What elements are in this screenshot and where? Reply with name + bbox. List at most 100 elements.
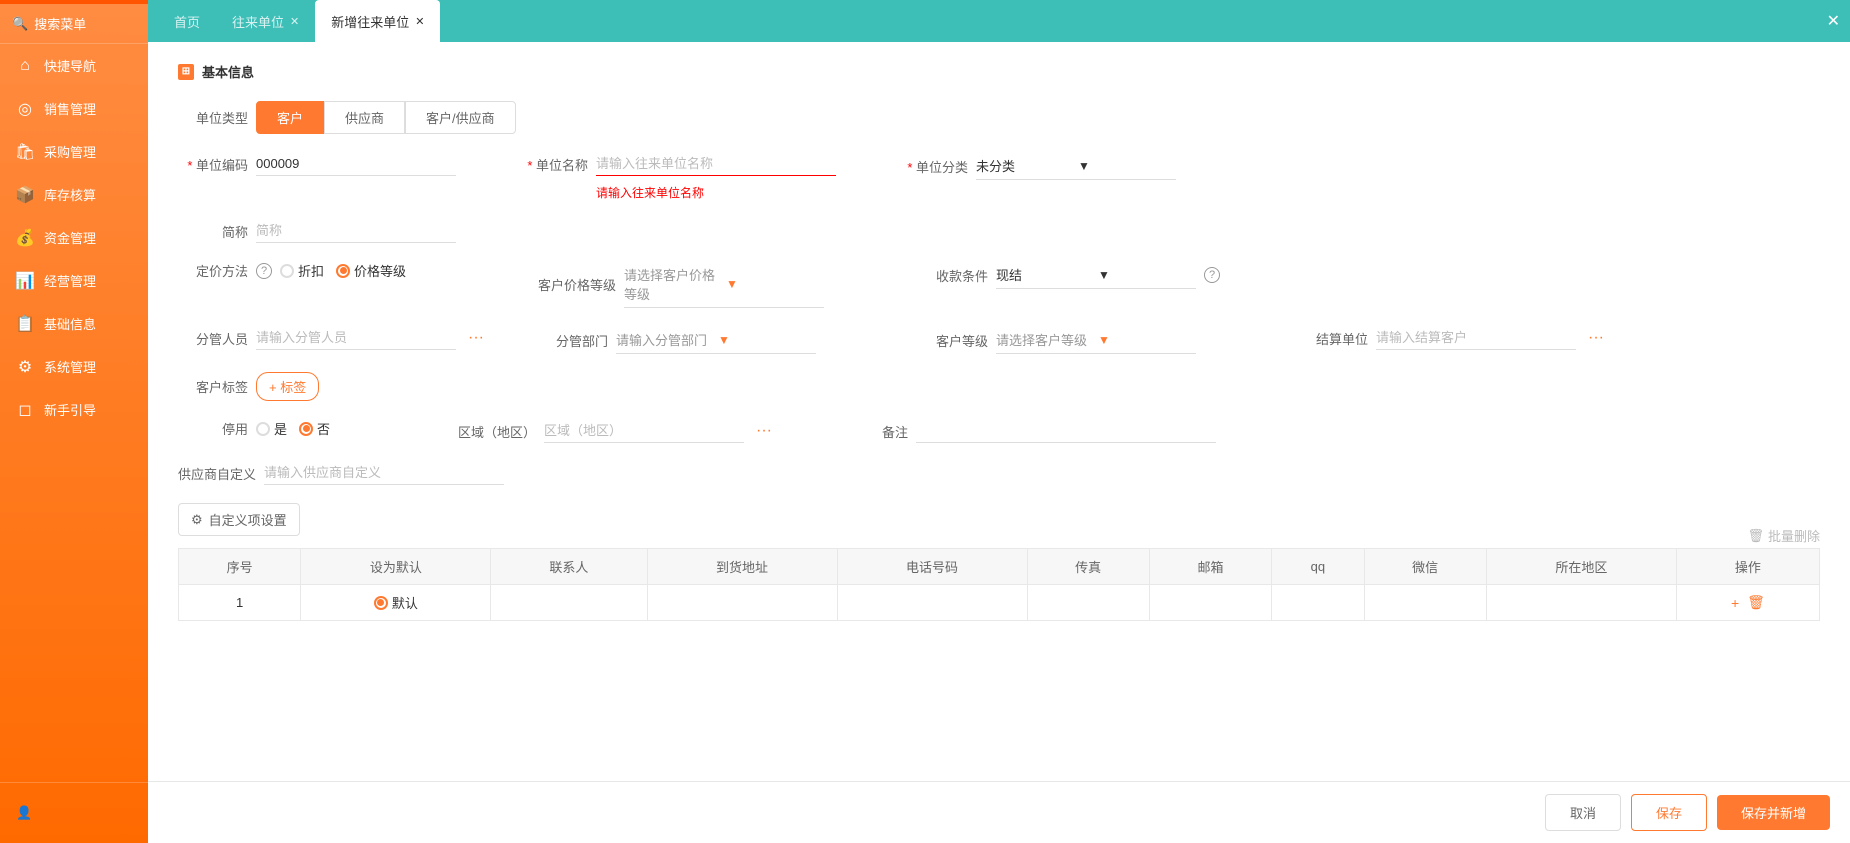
sidebar-search[interactable]: 🔍 搜索菜单 <box>0 4 148 44</box>
manager-input[interactable] <box>256 326 456 350</box>
manager-ellipsis[interactable]: ··· <box>464 329 488 347</box>
abbr-row: 简称 <box>178 219 1820 243</box>
sidebar: 🔍 搜索菜单 ⌂快捷导航◎销售管理🛍采购管理📦库存核算💰资金管理📊经营管理📋基础… <box>0 0 148 843</box>
remarks-input[interactable] <box>916 419 1216 443</box>
tab-home[interactable]: 首页 <box>158 0 216 42</box>
abbr-input[interactable] <box>256 219 456 243</box>
customer-tag-row: 客户标签 + 标签 <box>178 372 1820 401</box>
settlement-ellipsis[interactable]: ··· <box>1584 329 1608 347</box>
sidebar-item-system[interactable]: ⚙ 系统管理 <box>0 345 148 388</box>
custom-setting-button[interactable]: ⚙ 自定义项设置 <box>178 503 300 536</box>
customer-price-level-field: 客户价格等级 请选择客户价格等级 ▼ <box>538 261 918 308</box>
sidebar-icon-purchase: 🛍 <box>16 143 34 161</box>
payment-terms-select[interactable]: 现结 ▼ <box>996 261 1196 289</box>
window-close-btn[interactable]: ✕ <box>1827 11 1840 31</box>
unit-code-input[interactable] <box>256 152 456 176</box>
cancel-button[interactable]: 取消 <box>1545 794 1621 831</box>
unit-name-field: 单位名称 请输入往来单位名称 <box>518 152 898 201</box>
add-row-button[interactable]: + <box>1731 595 1739 611</box>
col-actions: 操作 <box>1676 549 1819 585</box>
unit-name-input[interactable] <box>596 152 836 176</box>
unit-main-row: 单位编码 单位名称 请输入往来单位名称 单位分类 未分类 ▼ <box>178 152 1820 201</box>
cell-fax <box>1027 585 1149 621</box>
customer-tag-field: 客户标签 + 标签 <box>178 372 1820 401</box>
sidebar-items: ⌂快捷导航◎销售管理🛍采购管理📦库存核算💰资金管理📊经营管理📋基础信息 ⚙ 系统管理… <box>0 44 148 431</box>
manager-field: 分管人员 ··· <box>178 326 538 350</box>
close-icon: ✕ <box>1827 13 1840 30</box>
department-label: 分管部门 <box>538 331 608 350</box>
default-label: 默认 <box>392 593 418 612</box>
payment-terms-field: 收款条件 现结 ▼ ? <box>918 261 1298 289</box>
sidebar-icon-ops: 📊 <box>16 272 34 290</box>
sidebar-item-quick-nav[interactable]: ⌂快捷导航 <box>0 44 148 87</box>
save-button[interactable]: 保存 <box>1631 794 1707 831</box>
tab-counterparts[interactable]: 往来单位✕ <box>216 0 315 42</box>
pricing-method-label: 定价方法 <box>178 261 248 280</box>
settlement-unit-field: 结算单位 ··· <box>1298 326 1678 350</box>
tab-close-new-counterpart[interactable]: ✕ <box>415 15 424 28</box>
radio-yes-label: 是 <box>274 419 287 438</box>
disabled-field: 停用 是 否 <box>178 419 458 438</box>
sidebar-item-basic[interactable]: 📋基础信息 <box>0 302 148 345</box>
sidebar-item-inventory[interactable]: 📦库存核算 <box>0 173 148 216</box>
save-add-button[interactable]: 保存并新增 <box>1717 795 1830 830</box>
radio-price-level[interactable]: 价格等级 <box>336 261 406 280</box>
settlement-unit-input[interactable] <box>1376 326 1576 350</box>
type-buttons: 客户 供应商 客户/供应商 <box>256 101 516 134</box>
sidebar-label-newbie: 新手引导 <box>44 400 96 419</box>
remarks-label: 备注 <box>838 422 908 441</box>
sidebar-item-user[interactable]: 👤 <box>0 793 148 833</box>
type-btn-customer[interactable]: 客户 <box>256 101 324 134</box>
chevron-down-icon-4: ▼ <box>718 333 816 347</box>
table-section: ⚙ 自定义项设置 🗑 批量删除 序号 设为默认 联系人 <box>178 503 1820 621</box>
unit-type-label: 单位类型 <box>178 108 248 127</box>
default-radio-dot <box>377 599 384 606</box>
department-select[interactable]: 请输入分管部门 ▼ <box>616 326 816 354</box>
unit-type-field: 单位类型 客户 供应商 客户/供应商 <box>178 101 1820 134</box>
payment-help-icon[interactable]: ? <box>1204 267 1220 283</box>
remarks-field: 备注 <box>838 419 1820 443</box>
type-btn-supplier[interactable]: 供应商 <box>324 101 405 134</box>
radio-discount[interactable]: 折扣 <box>280 261 324 280</box>
sidebar-icon-sales: ◎ <box>16 100 34 118</box>
tabs-container: 首页往来单位✕新增往来单位✕ <box>158 0 440 42</box>
user-icon: 👤 <box>16 805 32 821</box>
chevron-down-icon: ▼ <box>1078 159 1176 173</box>
sidebar-item-ops[interactable]: 📊经营管理 <box>0 259 148 302</box>
add-tag-button[interactable]: + 标签 <box>256 372 319 401</box>
sidebar-item-purchase[interactable]: 🛍采购管理 <box>0 130 148 173</box>
sidebar-item-newbie[interactable]: ◻新手引导 <box>0 388 148 431</box>
sidebar-label-system: 系统管理 <box>44 357 96 376</box>
region-input[interactable] <box>544 419 744 443</box>
radio-price-level-circle <box>336 264 350 278</box>
unit-category-select[interactable]: 未分类 ▼ <box>976 152 1176 180</box>
abbr-label: 简称 <box>178 222 248 241</box>
custom-setting-label: 自定义项设置 <box>209 510 287 529</box>
batch-delete-btn[interactable]: 🗑 批量删除 <box>1747 526 1820 545</box>
table-body: 1 默认 <box>179 585 1820 621</box>
sidebar-item-finance[interactable]: 💰资金管理 <box>0 216 148 259</box>
region-ellipsis[interactable]: ··· <box>752 422 776 440</box>
tab-new-counterpart[interactable]: 新增往来单位✕ <box>315 0 440 42</box>
radio-yes[interactable]: 是 <box>256 419 287 438</box>
customer-price-level-label: 客户价格等级 <box>538 275 616 294</box>
radio-no[interactable]: 否 <box>299 419 330 438</box>
trash-icon: 🗑 <box>1747 528 1764 544</box>
main-content: ⊞ 基本信息 单位类型 客户 供应商 客户/供应商 单位编码 <box>148 42 1850 781</box>
supplier-custom-field: 供应商自定义 <box>178 461 1820 485</box>
type-btn-both[interactable]: 客户/供应商 <box>405 101 516 134</box>
tab-close-counterparts[interactable]: ✕ <box>290 15 299 28</box>
sidebar-icon-system: ⚙ <box>16 358 34 376</box>
delete-row-button[interactable]: 🗑 <box>1747 594 1765 611</box>
row-actions: + 🗑 <box>1687 594 1809 611</box>
radio-discount-circle <box>280 264 294 278</box>
default-radio-item[interactable]: 默认 <box>374 593 418 612</box>
add-tag-label: + 标签 <box>269 377 306 396</box>
supplier-custom-input[interactable] <box>264 461 504 485</box>
customer-price-level-select[interactable]: 请选择客户价格等级 ▼ <box>624 261 824 308</box>
col-address: 到货地址 <box>647 549 837 585</box>
region-field: 区域（地区） ··· <box>458 419 838 443</box>
customer-level-select[interactable]: 请选择客户等级 ▼ <box>996 326 1196 354</box>
pricing-help-icon[interactable]: ? <box>256 263 272 279</box>
sidebar-item-sales[interactable]: ◎销售管理 <box>0 87 148 130</box>
